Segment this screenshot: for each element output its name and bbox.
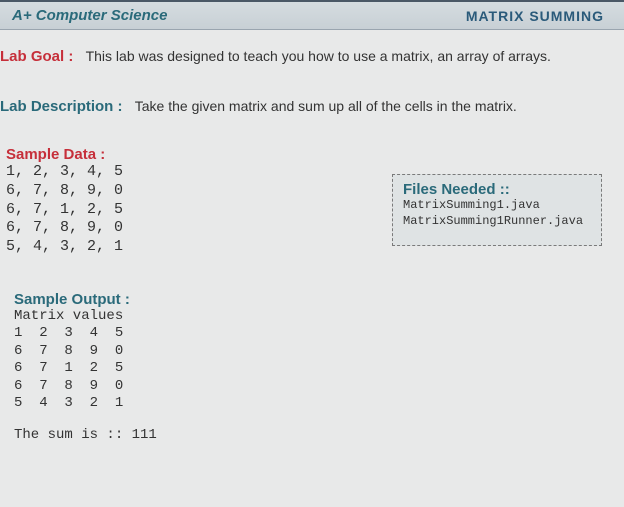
sample-output-sum: The sum is :: 111: [0, 427, 624, 445]
lab-desc-spacer: [127, 98, 135, 114]
sample-output-rows: 1 2 3 4 5 6 7 8 9 0 6 7 1 2 5 6 7 8 9 0 …: [0, 325, 624, 413]
sample-output-label: Sample Output :: [0, 291, 624, 308]
files-needed-label: Files Needed ::: [403, 181, 591, 198]
sample-data-label: Sample Data :: [0, 146, 624, 163]
files-needed-list: MatrixSumming1.java MatrixSumming1Runner…: [403, 198, 591, 229]
lab-title: MATRIX SUMMING: [466, 8, 624, 24]
lab-desc-section: Lab Description : Take the given matrix …: [0, 98, 624, 116]
lab-goal-text: [78, 48, 86, 64]
files-needed-box: Files Needed :: MatrixSumming1.java Matr…: [392, 174, 602, 246]
lab-desc-value: Take the given matrix and sum up all of …: [135, 98, 517, 114]
lab-goal-label: Lab Goal :: [0, 48, 73, 65]
sample-output-header: Matrix values: [0, 308, 624, 326]
lab-desc-label: Lab Description :: [0, 98, 123, 115]
lab-goal-section: Lab Goal : This lab was designed to teac…: [0, 48, 624, 66]
header-bar: A+ Computer Science MATRIX SUMMING: [0, 0, 624, 30]
course-title: A+ Computer Science: [0, 7, 466, 24]
lab-goal-value: This lab was designed to teach you how t…: [86, 48, 551, 64]
